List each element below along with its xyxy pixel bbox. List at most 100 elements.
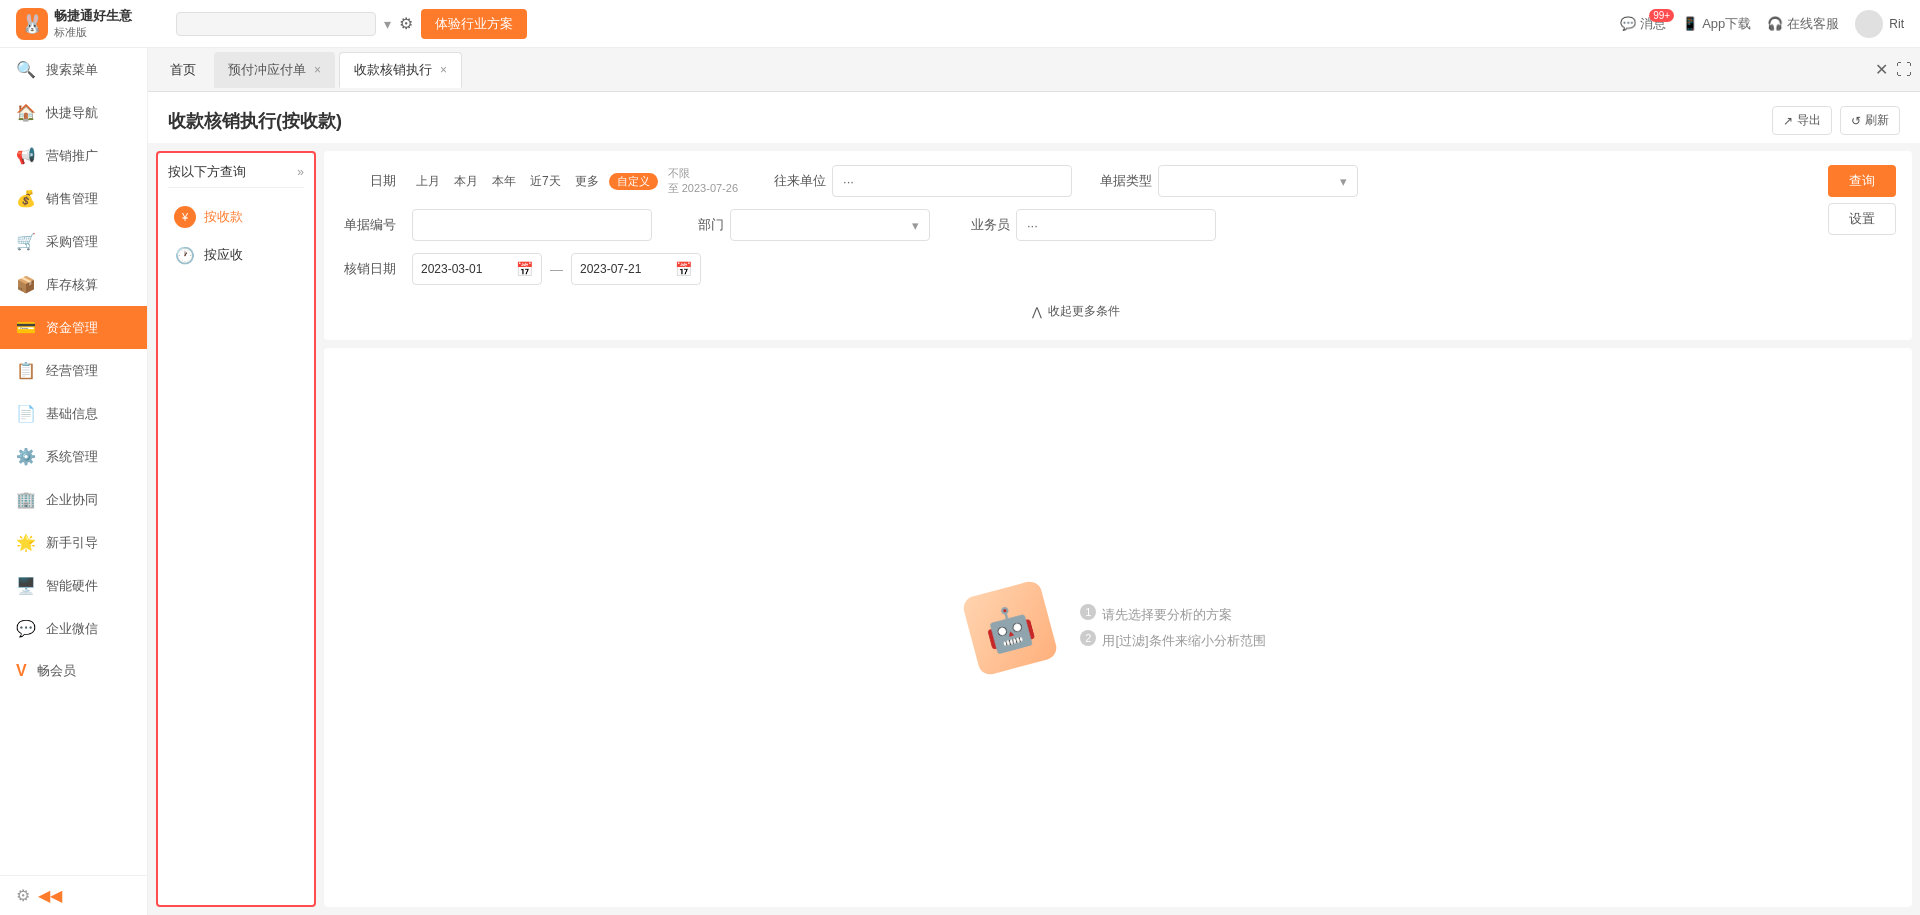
writeoff-end-date[interactable]: 2023-07-21 📅 <box>571 253 701 285</box>
industry-solution-btn[interactable]: 体验行业方案 <box>421 9 527 39</box>
query-buttons: 查询 设置 <box>1828 165 1896 235</box>
message-icon: 💬 <box>1620 16 1636 31</box>
top-header: 🐰 畅捷通好生意 标准版 ▾ ⚙ 体验行业方案 💬 消息 99+ 📱 App下载… <box>0 0 1920 48</box>
empty-state: 🤖 1 请先选择要分析的方案 2 用[过滤]条件来缩小分析范围 <box>324 348 1912 907</box>
filter-option-by-receipt[interactable]: ¥ 按收款 <box>168 198 304 236</box>
sidebar-item-finance[interactable]: 💳 资金管理 <box>0 306 147 349</box>
writeoff-start-date[interactable]: 2023-03-01 📅 <box>412 253 542 285</box>
date-this-year[interactable]: 本年 <box>488 171 520 192</box>
sidebar-item-marketing[interactable]: 📢 营销推广 <box>0 134 147 177</box>
tab-prepay[interactable]: 预付冲应付单 × <box>214 52 335 88</box>
form-row-2: 单据编号 部门 ▾ 业务员 ··· <box>340 209 1812 241</box>
sidebar-item-wechat[interactable]: 💬 企业微信 <box>0 607 147 650</box>
date-7days[interactable]: 近7天 <box>526 171 565 192</box>
receipt-icon: ¥ <box>174 206 196 228</box>
collapse-icon: ⋀ <box>1032 305 1042 319</box>
sidebar-item-system[interactable]: ⚙️ 系统管理 <box>0 435 147 478</box>
tab-prepay-close[interactable]: × <box>314 63 321 77</box>
top-right: 💬 消息 99+ 📱 App下载 🎧 在线客服 Rit <box>1620 10 1904 38</box>
inventory-icon: 📦 <box>16 275 36 294</box>
doc-no-input[interactable] <box>412 209 652 241</box>
sidebar-item-purchase[interactable]: 🛒 采购管理 <box>0 220 147 263</box>
sidebar-item-enterprise[interactable]: 🏢 企业协同 <box>0 478 147 521</box>
marketing-icon: 📢 <box>16 146 36 165</box>
date-this-month[interactable]: 本月 <box>450 171 482 192</box>
tab-writeoff[interactable]: 收款核销执行 × <box>339 52 462 88</box>
refresh-icon: ↺ <box>1851 114 1861 128</box>
date-custom-badge[interactable]: 自定义 <box>609 173 658 190</box>
department-select[interactable]: ▾ <box>730 209 930 241</box>
form-row-1: 日期 上月 本月 本年 近7天 更多 自定义 不限 至 2023-07- <box>340 165 1812 197</box>
sidebar-item-sales[interactable]: 💰 销售管理 <box>0 177 147 220</box>
query-form: 日期 上月 本月 本年 近7天 更多 自定义 不限 至 2023-07- <box>324 151 1912 340</box>
sidebar-item-operation[interactable]: 📋 经营管理 <box>0 349 147 392</box>
doc-type-select[interactable]: ▾ <box>1158 165 1358 197</box>
filter-panel: 按以下方查询 » ¥ 按收款 🕐 按应收 <box>156 151 316 907</box>
search-input[interactable] <box>187 17 347 31</box>
app-download-btn[interactable]: 📱 App下载 <box>1682 15 1751 33</box>
sidebar-item-quick-nav[interactable]: 🏠 快捷导航 <box>0 91 147 134</box>
calendar-end-icon: 📅 <box>675 261 692 277</box>
export-icon: ↗ <box>1783 114 1793 128</box>
doc-type-chevron: ▾ <box>1340 174 1347 189</box>
tab-writeoff-close[interactable]: × <box>440 63 447 77</box>
setting-btn[interactable]: 设置 <box>1828 203 1896 235</box>
writeoff-date-range: 2023-03-01 📅 — 2023-07-21 📅 <box>412 253 701 285</box>
query-btn[interactable]: 查询 <box>1828 165 1896 197</box>
collapse-more-btn[interactable]: ⋀ 收起更多条件 <box>340 297 1812 326</box>
counterparty-field-group: 往来单位 ··· <box>770 165 1072 197</box>
tab-expand-btn[interactable]: ⛶ <box>1896 61 1912 79</box>
date-unlimited-text: 不限 至 2023-07-26 <box>668 166 738 196</box>
doc-type-label: 单据类型 <box>1096 172 1152 190</box>
download-icon: 📱 <box>1682 16 1698 31</box>
export-btn[interactable]: ↗ 导出 <box>1772 106 1832 135</box>
tab-home[interactable]: 首页 <box>156 52 210 88</box>
form-section-main: 日期 上月 本月 本年 近7天 更多 自定义 不限 至 2023-07- <box>340 165 1812 326</box>
tab-bar: 首页 预付冲应付单 × 收款核销执行 × ✕ ⛶ <box>148 48 1920 92</box>
filter-option-by-receivable[interactable]: 🕐 按应收 <box>168 236 304 274</box>
logo-area: 🐰 畅捷通好生意 标准版 <box>16 8 164 40</box>
sidebar-item-search-menu[interactable]: 🔍 搜索菜单 <box>0 48 147 91</box>
sales-icon: 💰 <box>16 189 36 208</box>
counterparty-input[interactable]: ··· <box>832 165 1072 197</box>
page-title: 收款核销执行(按收款) <box>168 109 342 133</box>
online-service-btn[interactable]: 🎧 在线客服 <box>1767 15 1839 33</box>
salesperson-label: 业务员 <box>954 216 1010 234</box>
enterprise-icon: 🏢 <box>16 490 36 509</box>
sidebar-collapse-btn[interactable]: ◀◀ <box>38 886 62 905</box>
app-logo-text: 畅捷通好生意 标准版 <box>54 8 132 39</box>
date-last-month[interactable]: 上月 <box>412 171 444 192</box>
department-label: 部门 <box>684 216 724 234</box>
member-icon: V <box>16 662 27 680</box>
salesperson-field-group: 业务员 ··· <box>954 209 1216 241</box>
search-menu-icon: 🔍 <box>16 60 36 79</box>
user-name: Rit <box>1889 17 1904 31</box>
refresh-btn[interactable]: ↺ 刷新 <box>1840 106 1900 135</box>
app-logo-icon: 🐰 <box>16 8 48 40</box>
sidebar-item-member[interactable]: V 畅会员 <box>0 650 147 692</box>
date-more[interactable]: 更多 <box>571 171 603 192</box>
quick-nav-icon: 🏠 <box>16 103 36 122</box>
content-area: 按以下方查询 » ¥ 按收款 🕐 按应收 日期 <box>148 143 1920 915</box>
tab-close-all-btn[interactable]: ✕ <box>1875 60 1888 79</box>
filter-panel-collapse-btn[interactable]: » <box>297 165 304 179</box>
search-dropdown-btn[interactable]: ▾ <box>384 16 391 32</box>
settings-gear-btn[interactable]: ⚙ <box>399 14 413 33</box>
user-area[interactable]: Rit <box>1855 10 1904 38</box>
sidebar-settings-btn[interactable]: ⚙ <box>16 886 30 905</box>
sidebar-item-basic-info[interactable]: 📄 基础信息 <box>0 392 147 435</box>
sidebar-item-guide[interactable]: 🌟 新手引导 <box>0 521 147 564</box>
message-btn[interactable]: 💬 消息 99+ <box>1620 15 1666 33</box>
basic-info-icon: 📄 <box>16 404 36 423</box>
writeoff-date-label: 核销日期 <box>340 260 396 278</box>
sidebar-item-hardware[interactable]: 🖥️ 智能硬件 <box>0 564 147 607</box>
date-separator: — <box>550 262 563 277</box>
empty-step2: 2 用[过滤]条件来缩小分析范围 <box>1080 628 1265 654</box>
salesperson-input[interactable]: ··· <box>1016 209 1216 241</box>
message-badge: 99+ <box>1649 9 1674 22</box>
system-icon: ⚙️ <box>16 447 36 466</box>
sidebar-item-inventory[interactable]: 📦 库存核算 <box>0 263 147 306</box>
operation-icon: 📋 <box>16 361 36 380</box>
empty-text: 1 请先选择要分析的方案 2 用[过滤]条件来缩小分析范围 <box>1080 602 1265 654</box>
top-search-bar <box>176 12 376 36</box>
